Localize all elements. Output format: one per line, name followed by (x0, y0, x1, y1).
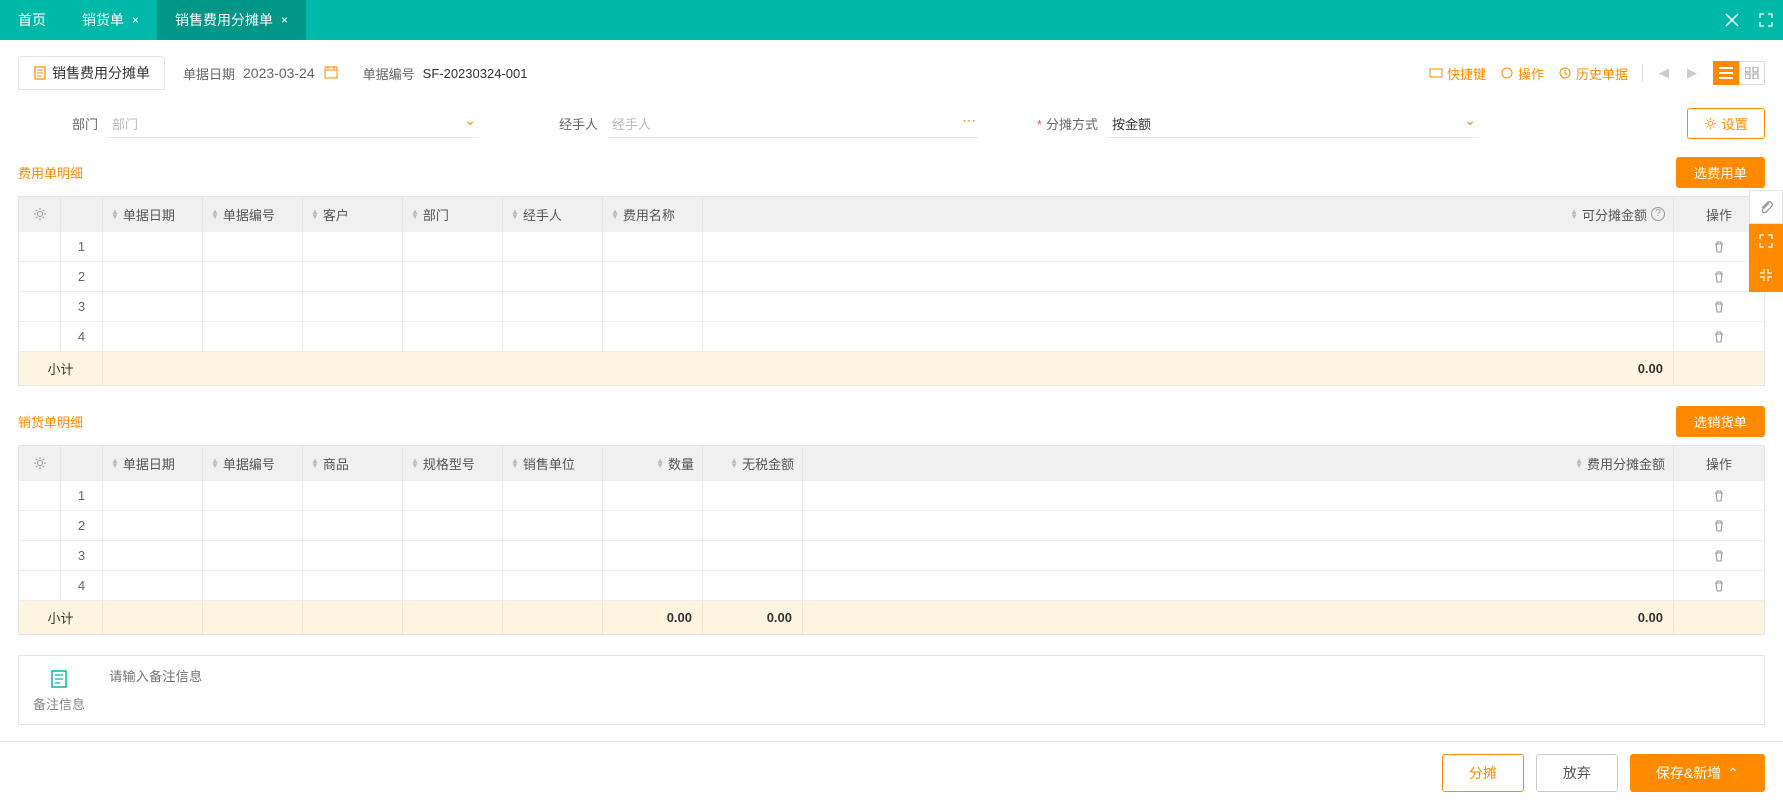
remark-label: 备注信息 (33, 694, 85, 713)
fullscreen-icon[interactable] (1749, 0, 1783, 40)
chevron-down-icon: ⌄ (464, 112, 476, 129)
discard-button[interactable]: 放弃 (1536, 754, 1618, 792)
allocmethod-label: *分摊方式 (1018, 114, 1098, 133)
col-allocamount[interactable]: ▲▼费用分摊金额 (803, 446, 1674, 480)
delete-row-icon[interactable] (1674, 481, 1764, 510)
expense-grid: ▲▼单据日期 ▲▼单据编号 ▲▼客户 ▲▼部门 ▲▼经手人 ▲▼费用名称 ▲▼可… (18, 196, 1765, 386)
save-new-button[interactable]: 保存&新增⌃ (1630, 754, 1765, 792)
col-dept[interactable]: ▲▼部门 (403, 197, 503, 231)
handler-select[interactable]: 经手人⋯ (608, 110, 978, 138)
delete-row-icon[interactable] (1674, 541, 1764, 570)
remark-box: 备注信息 (18, 655, 1765, 725)
subtotal-value: 0.00 (1638, 361, 1663, 376)
form-row: 部门 部门⌄ 经手人 经手人⋯ *分摊方式 按金额⌄ 设置 (18, 108, 1765, 139)
subtotal-label: 小计 (47, 608, 73, 627)
help-icon[interactable]: ? (1651, 207, 1665, 221)
code-label: 单据编号 (363, 64, 415, 83)
sales-grid: ▲▼单据日期 ▲▼单据编号 ▲▼商品 ▲▼规格型号 ▲▼销售单位 ▲▼数量 ▲▼… (18, 445, 1765, 635)
view-grid-icon[interactable] (1739, 61, 1765, 85)
expense-section-title: 费用单明细 (18, 163, 83, 182)
col-handler[interactable]: ▲▼经手人 (503, 197, 603, 231)
col-product[interactable]: ▲▼商品 (303, 446, 403, 480)
document-header: 销售费用分摊单 单据日期 2023-03-24 单据编号 SF-20230324… (18, 56, 1765, 90)
tab-sales-order[interactable]: 销货单× (64, 0, 157, 40)
grid-gear-icon[interactable] (19, 197, 61, 231)
alloc-button[interactable]: 分摊 (1442, 754, 1524, 792)
table-row[interactable]: 3 (19, 291, 1764, 321)
prev-arrow-icon[interactable]: ◀ (1657, 65, 1671, 81)
next-arrow-icon[interactable]: ▶ (1685, 65, 1699, 81)
calendar-icon[interactable] (323, 64, 339, 83)
sales-section-title: 销货单明细 (18, 412, 83, 431)
qty-total: 0.00 (667, 610, 692, 625)
col-date[interactable]: ▲▼单据日期 (103, 446, 203, 480)
history-action[interactable]: 历史单据 (1558, 64, 1628, 83)
col-date[interactable]: ▲▼单据日期 (103, 197, 203, 231)
col-amount[interactable]: ▲▼无税金额 (703, 446, 803, 480)
code-value: SF-20230324-001 (423, 66, 528, 81)
expand-icon[interactable] (1749, 224, 1783, 258)
gear-icon (1704, 117, 1717, 130)
delete-row-icon[interactable] (1674, 571, 1764, 600)
close-icon[interactable]: × (132, 13, 139, 27)
table-row[interactable]: 2 (19, 261, 1764, 291)
col-action: 操作 (1674, 446, 1764, 480)
select-expense-button[interactable]: 选费用单 (1676, 157, 1765, 188)
dept-select[interactable]: 部门⌄ (108, 110, 478, 138)
more-icon: ⋯ (962, 112, 976, 129)
remark-input[interactable] (99, 656, 1764, 724)
tab-expense-alloc[interactable]: 销售费用分摊单× (157, 0, 306, 40)
subtotal-label: 小计 (47, 359, 73, 378)
col-qty[interactable]: ▲▼数量 (603, 446, 703, 480)
close-icon[interactable]: × (281, 13, 288, 27)
side-rail (1749, 190, 1783, 292)
table-row[interactable]: 2 (19, 510, 1764, 540)
allocmethod-select[interactable]: 按金额⌄ (1108, 110, 1478, 138)
grid-gear-icon[interactable] (19, 446, 61, 480)
table-row[interactable]: 4 (19, 321, 1764, 351)
chevron-down-icon: ⌄ (1464, 112, 1476, 129)
document-tab[interactable]: 销售费用分摊单 (18, 56, 165, 90)
col-spec[interactable]: ▲▼规格型号 (403, 446, 503, 480)
col-code[interactable]: ▲▼单据编号 (203, 197, 303, 231)
attachment-icon[interactable] (1749, 190, 1783, 224)
shortcut-action[interactable]: 快捷键 (1429, 64, 1486, 83)
table-row[interactable]: 1 (19, 231, 1764, 261)
col-feename[interactable]: ▲▼费用名称 (603, 197, 703, 231)
date-label: 单据日期 (183, 64, 235, 83)
top-tab-bar: 首页 销货单× 销售费用分摊单× (0, 0, 1783, 40)
handler-label: 经手人 (518, 114, 598, 133)
col-code[interactable]: ▲▼单据编号 (203, 446, 303, 480)
amount-total: 0.00 (767, 610, 792, 625)
col-customer[interactable]: ▲▼客户 (303, 197, 403, 231)
collapse-icon[interactable] (1749, 258, 1783, 292)
chevron-up-icon: ⌃ (1727, 765, 1739, 782)
delete-row-icon[interactable] (1674, 292, 1764, 321)
tab-home[interactable]: 首页 (0, 0, 64, 40)
table-row[interactable]: 3 (19, 540, 1764, 570)
view-list-icon[interactable] (1713, 61, 1739, 85)
table-row[interactable]: 4 (19, 570, 1764, 600)
close-window-icon[interactable] (1715, 0, 1749, 40)
col-unit[interactable]: ▲▼销售单位 (503, 446, 603, 480)
table-row[interactable]: 1 (19, 480, 1764, 510)
col-allocamount[interactable]: ▲▼可分摊金额? (703, 197, 1674, 231)
delete-row-icon[interactable] (1674, 322, 1764, 351)
alloc-total: 0.00 (1638, 610, 1663, 625)
note-icon (48, 668, 70, 690)
document-icon (33, 66, 47, 80)
date-value[interactable]: 2023-03-24 (243, 65, 315, 81)
dept-label: 部门 (18, 114, 98, 133)
settings-button[interactable]: 设置 (1687, 108, 1765, 139)
operate-action[interactable]: 操作 (1500, 64, 1544, 83)
select-sales-button[interactable]: 选销货单 (1676, 406, 1765, 437)
delete-row-icon[interactable] (1674, 511, 1764, 540)
